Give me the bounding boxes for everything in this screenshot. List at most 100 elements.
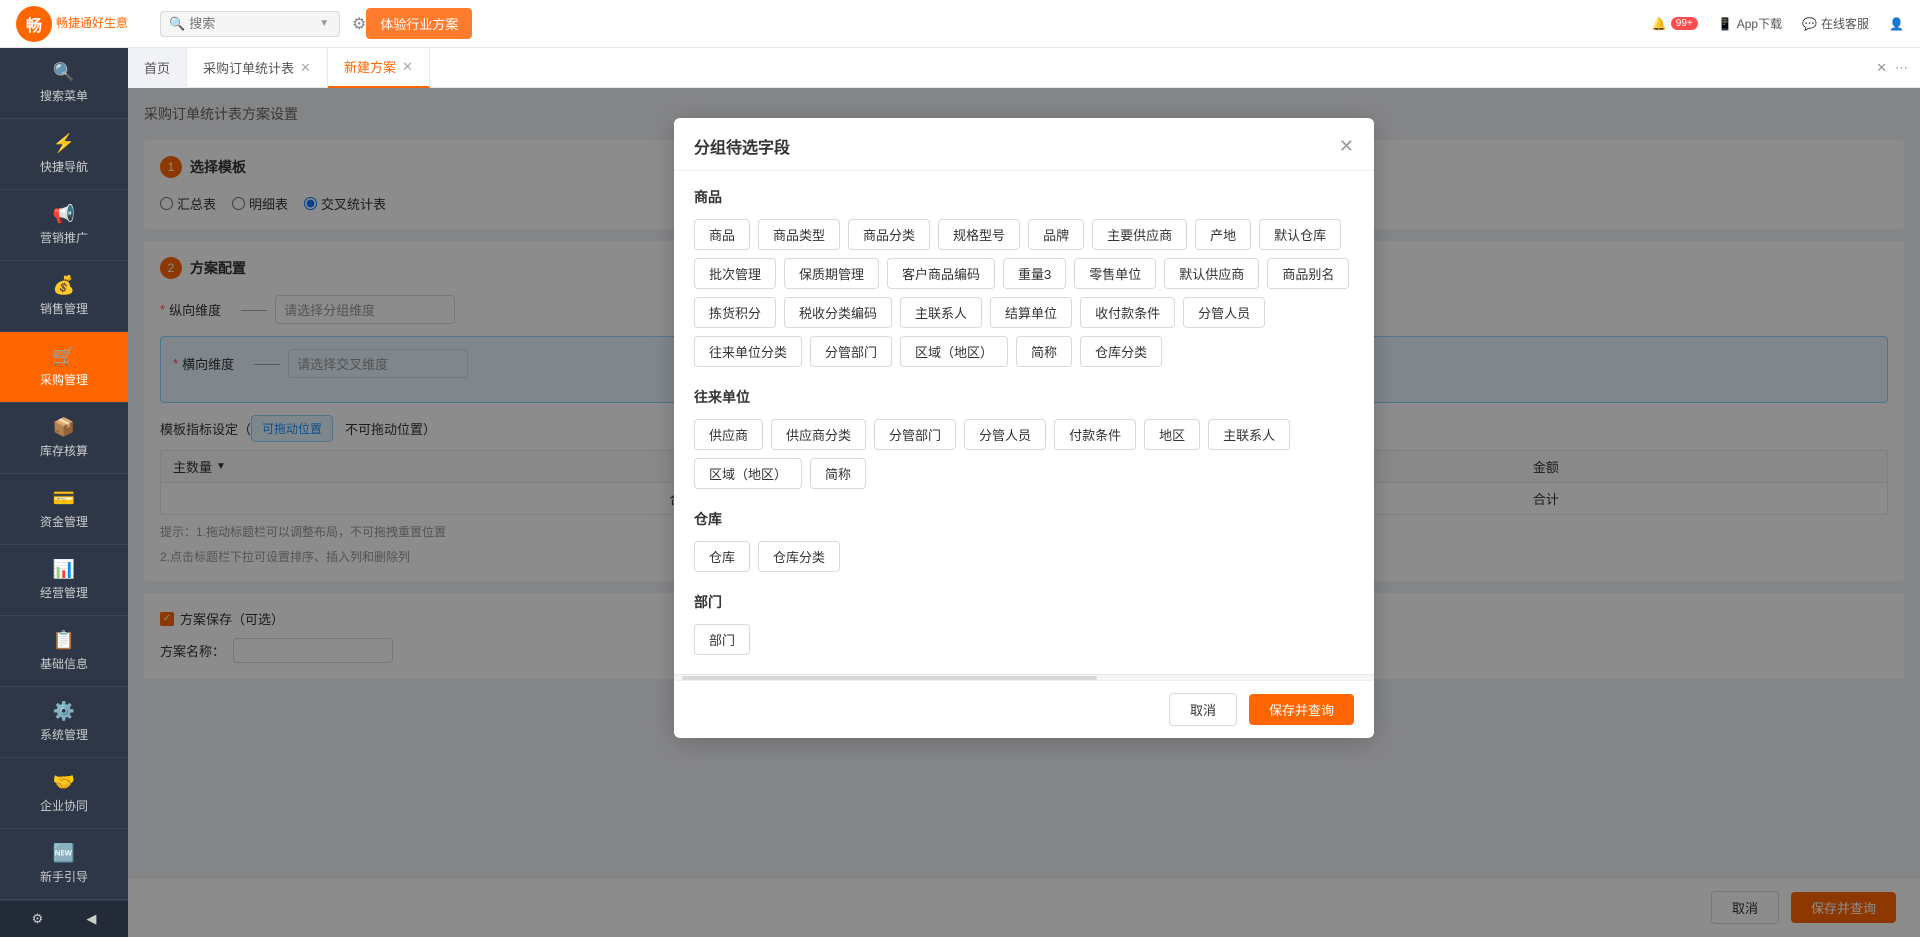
inventory-icon: 📦 — [53, 417, 75, 438]
nav-search-box[interactable]: 🔍 ▼ — [160, 11, 340, 37]
field-tag[interactable]: 商品类型 — [758, 219, 840, 250]
logo-text: 畅捷通好生意 — [56, 16, 128, 30]
sidebar-item-label: 销售管理 — [40, 300, 88, 317]
field-tag[interactable]: 部门 — [694, 624, 750, 655]
modal-confirm-btn[interactable]: 保存并查询 — [1249, 694, 1354, 725]
sidebar-item-label: 搜索菜单 — [40, 87, 88, 104]
tab-new-plan[interactable]: 新建方案 ✕ — [328, 48, 430, 88]
sidebar-item-marketing[interactable]: 📢 营销推广 — [0, 190, 128, 261]
field-tag[interactable]: 往来单位分类 — [694, 336, 802, 367]
field-tag[interactable]: 税收分类编码 — [784, 297, 892, 328]
sidebar-item-base-info[interactable]: 📋 基础信息 — [0, 616, 128, 687]
quick-nav-icon: ⚡ — [53, 133, 75, 154]
field-tag[interactable]: 客户商品编码 — [887, 258, 995, 289]
search-icon: 🔍 — [53, 62, 75, 83]
field-tag[interactable]: 默认供应商 — [1164, 258, 1259, 289]
field-tag[interactable]: 分管人员 — [964, 419, 1046, 450]
tab-bar-close-icon[interactable]: ✕ — [1876, 60, 1887, 76]
sidebar-item-label: 经营管理 — [40, 584, 88, 601]
tab-bar-more-icon[interactable]: ⋯ — [1895, 60, 1908, 76]
field-tag[interactable]: 地区 — [1144, 419, 1200, 450]
collapse-icon[interactable]: ◀ — [86, 911, 96, 927]
field-tag[interactable]: 仓库分类 — [1080, 336, 1162, 367]
field-tag[interactable]: 商品别名 — [1267, 258, 1349, 289]
modal-close-btn[interactable]: ✕ — [1339, 136, 1354, 157]
field-tag[interactable]: 简称 — [810, 458, 866, 489]
field-tag[interactable]: 仓库分类 — [758, 541, 840, 572]
goods-field-tags: 商品 商品类型 商品分类 规格型号 品牌 主要供应商 产地 默认仓库 批次管理 … — [694, 219, 1354, 367]
field-tag[interactable]: 分管部门 — [874, 419, 956, 450]
tab-home-label: 首页 — [144, 58, 170, 77]
field-tag[interactable]: 保质期管理 — [784, 258, 879, 289]
app-download-label: App下载 — [1737, 15, 1782, 32]
nav-search-input[interactable] — [189, 16, 319, 31]
field-tag[interactable]: 商品分类 — [848, 219, 930, 250]
field-tag[interactable]: 结算单位 — [990, 297, 1072, 328]
warehouse-field-tags: 仓库 仓库分类 — [694, 541, 1354, 572]
field-tag[interactable]: 供应商 — [694, 419, 763, 450]
sidebar-item-finance[interactable]: 💳 资金管理 — [0, 474, 128, 545]
field-tag[interactable]: 批次管理 — [694, 258, 776, 289]
sidebar-item-cooperation[interactable]: 🤝 企业协同 — [0, 758, 128, 829]
sidebar-item-inventory[interactable]: 📦 库存核算 — [0, 403, 128, 474]
trial-btn[interactable]: 体验行业方案 — [366, 8, 472, 39]
field-group-warehouse: 仓库 仓库 仓库分类 — [694, 509, 1354, 572]
app-logo: 畅 畅捷通好生意 — [16, 6, 144, 42]
field-tag[interactable]: 主联系人 — [900, 297, 982, 328]
sidebar-item-search[interactable]: 🔍 搜索菜单 — [0, 48, 128, 119]
sidebar-item-label: 系统管理 — [40, 726, 88, 743]
sidebar-item-operations[interactable]: 📊 经营管理 — [0, 545, 128, 616]
field-group-goods: 商品 商品 商品类型 商品分类 规格型号 品牌 主要供应商 产地 默认仓库 批次… — [694, 187, 1354, 367]
modal-body[interactable]: 商品 商品 商品类型 商品分类 规格型号 品牌 主要供应商 产地 默认仓库 批次… — [674, 171, 1374, 674]
field-tag[interactable]: 产地 — [1195, 219, 1251, 250]
sidebar-item-sales[interactable]: 💰 销售管理 — [0, 261, 128, 332]
field-tag[interactable]: 拣货积分 — [694, 297, 776, 328]
field-tag[interactable]: 品牌 — [1028, 219, 1084, 250]
field-tag[interactable]: 主要供应商 — [1092, 219, 1187, 250]
user-avatar[interactable]: 👤 — [1889, 17, 1904, 31]
field-tag[interactable]: 默认仓库 — [1259, 219, 1341, 250]
field-tag[interactable]: 零售单位 — [1074, 258, 1156, 289]
message-center[interactable]: 🔔 99+ — [1652, 17, 1698, 31]
gear-settings[interactable]: ⚙ — [352, 14, 366, 34]
sidebar-item-label: 企业协同 — [40, 797, 88, 814]
field-tag[interactable]: 商品 — [694, 219, 750, 250]
sidebar-item-quick-nav[interactable]: ⚡ 快捷导航 — [0, 119, 128, 190]
modal-cancel-btn[interactable]: 取消 — [1169, 693, 1237, 726]
sidebar-item-guide[interactable]: 🆕 新手引导 — [0, 829, 128, 900]
field-tag[interactable]: 简称 — [1016, 336, 1072, 367]
tab-purchase-label: 采购订单统计表 — [203, 58, 294, 77]
online-service[interactable]: 💬 在线客服 — [1802, 15, 1869, 32]
field-tag[interactable]: 规格型号 — [938, 219, 1020, 250]
field-tag[interactable]: 区域（地区） — [900, 336, 1008, 367]
field-tag[interactable]: 分管人员 — [1183, 297, 1265, 328]
modal-footer: 取消 保存并查询 — [674, 680, 1374, 738]
tab-new-plan-close[interactable]: ✕ — [402, 59, 413, 75]
tab-new-plan-label: 新建方案 — [344, 57, 396, 76]
top-navbar: 畅 畅捷通好生意 🔍 ▼ ⚙ 体验行业方案 🔔 99+ 📱 App下载 💬 在线… — [0, 0, 1920, 48]
field-tag[interactable]: 分管部门 — [810, 336, 892, 367]
field-group-department-title: 部门 — [694, 592, 1354, 612]
partner-field-tags: 供应商 供应商分类 分管部门 分管人员 付款条件 地区 主联系人 区域（地区） … — [694, 419, 1354, 489]
field-tag[interactable]: 主联系人 — [1208, 419, 1290, 450]
message-badge: 99+ — [1671, 17, 1698, 30]
gear-icon[interactable]: ⚙ — [352, 16, 366, 33]
tab-purchase-table[interactable]: 采购订单统计表 ✕ — [187, 48, 328, 88]
sidebar-item-label: 新手引导 — [40, 868, 88, 885]
field-tag[interactable]: 供应商分类 — [771, 419, 866, 450]
field-tag[interactable]: 重量3 — [1003, 258, 1066, 289]
sidebar-item-system[interactable]: ⚙️ 系统管理 — [0, 687, 128, 758]
field-tag[interactable]: 收付款条件 — [1080, 297, 1175, 328]
operations-icon: 📊 — [53, 559, 75, 580]
tab-home[interactable]: 首页 — [128, 48, 187, 88]
field-tag[interactable]: 付款条件 — [1054, 419, 1136, 450]
sidebar-item-label: 资金管理 — [40, 513, 88, 530]
app-download[interactable]: 📱 App下载 — [1718, 15, 1782, 32]
sidebar-item-purchase[interactable]: 🛒 采购管理 — [0, 332, 128, 403]
field-tag[interactable]: 区域（地区） — [694, 458, 802, 489]
field-tag[interactable]: 仓库 — [694, 541, 750, 572]
settings-bottom-icon[interactable]: ⚙ — [32, 911, 44, 927]
modal-title: 分组待选字段 — [694, 134, 790, 158]
tab-purchase-close[interactable]: ✕ — [300, 60, 311, 76]
marketing-icon: 📢 — [53, 204, 75, 225]
